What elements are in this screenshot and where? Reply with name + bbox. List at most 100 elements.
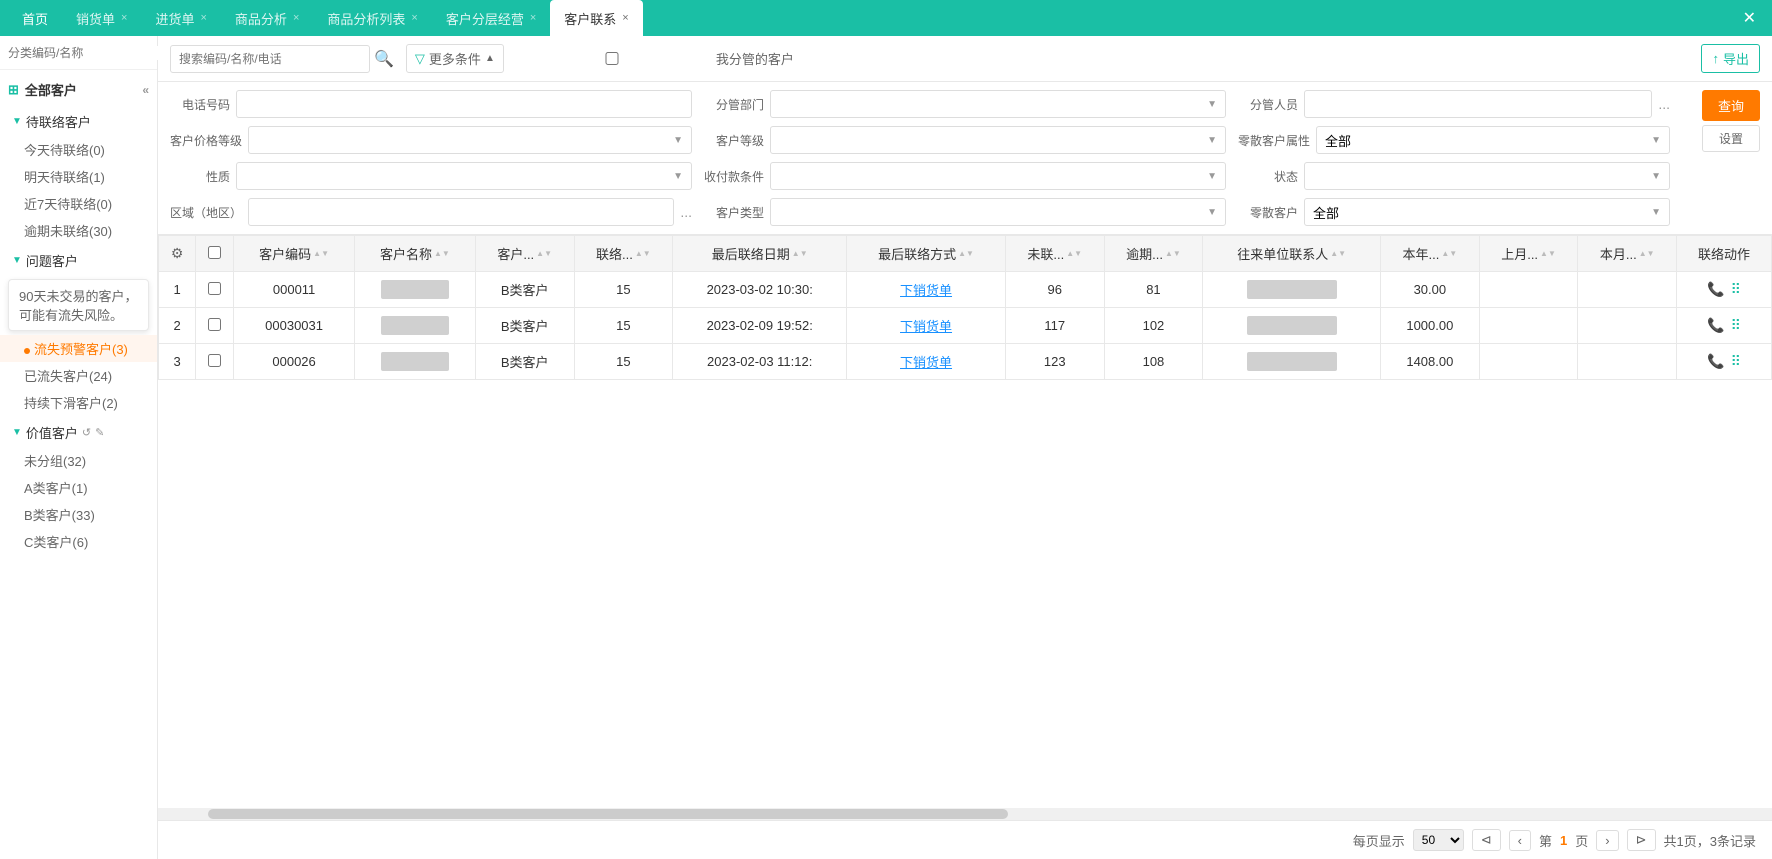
tab-goods-list[interactable]: 商品分析列表 × (313, 0, 431, 36)
prev-page-button[interactable]: ‹ (1509, 830, 1531, 851)
cell-last-method[interactable]: 下销货单 (847, 344, 1006, 380)
page-size-select[interactable]: 50 100 (1413, 829, 1464, 851)
more-conditions-button[interactable]: ▽ 更多条件 ▲ (406, 44, 504, 73)
export-button[interactable]: ↑ 导出 (1701, 44, 1760, 73)
th-contact-person[interactable]: 往来单位联系人▲▼ (1203, 236, 1381, 272)
sidebar-item-tomorrow[interactable]: 明天待联络(1) (0, 163, 157, 190)
action-phone-icon[interactable]: 📞 (1707, 317, 1724, 334)
sidebar-item-class-b[interactable]: B类客户(33) (0, 501, 157, 528)
cell-last-month (1479, 308, 1578, 344)
th-code[interactable]: 客户编码▲▼ (234, 236, 355, 272)
action-more-icon[interactable]: ⠿ (1731, 317, 1741, 334)
sidebar-item-unclassified[interactable]: 未分组(32) (0, 447, 157, 474)
close-icon[interactable]: × (121, 12, 127, 24)
zero-attr-select[interactable]: 全部 ▼ (1316, 126, 1670, 154)
th-overdue[interactable]: 逾期...▲▼ (1104, 236, 1203, 272)
payment-select[interactable]: ▼ (770, 162, 1226, 190)
gender-select[interactable]: ▼ (236, 162, 692, 190)
query-button[interactable]: 查询 (1702, 90, 1760, 121)
cell-last-method[interactable]: 下销货单 (847, 308, 1006, 344)
sidebar-search-input[interactable] (8, 46, 163, 60)
region-ellipsis[interactable]: ... (680, 204, 692, 220)
manager-input[interactable] (1304, 90, 1652, 118)
sidebar-item-declining[interactable]: 持续下滑客户(2) (0, 389, 157, 416)
th-last-date[interactable]: 最后联络日期▲▼ (673, 236, 847, 272)
zero-customer-select[interactable]: 全部 ▼ (1304, 198, 1670, 226)
region-input[interactable] (248, 198, 674, 226)
price-level-select[interactable]: ▼ (248, 126, 692, 154)
manager-ellipsis[interactable]: ... (1658, 96, 1670, 112)
cell-action[interactable]: 📞 ⠿ (1677, 344, 1772, 380)
tab-sales[interactable]: 销货单 × (62, 0, 141, 36)
dept-select[interactable]: ▼ (770, 90, 1226, 118)
window-close-button[interactable]: ✕ (1735, 8, 1764, 28)
tab-customer-tier[interactable]: 客户分层经营 × (432, 0, 550, 36)
th-checkbox[interactable] (196, 236, 234, 272)
search-button[interactable]: 🔍 (370, 45, 398, 73)
th-contact[interactable]: 联络...▲▼ (574, 236, 673, 272)
sidebar-item-overdue[interactable]: 逾期未联络(30) (0, 217, 157, 244)
customer-type-select[interactable]: ▼ (770, 198, 1226, 226)
sidebar-group-value-title[interactable]: ▼ 价值客户 ↺ ✎ (0, 418, 157, 447)
cell-last-month (1479, 272, 1578, 308)
sidebar-all-customers-header[interactable]: ⊞ 全部客户 « (0, 74, 157, 105)
tab-customer-contact[interactable]: 客户联系 × (550, 0, 642, 36)
close-icon[interactable]: × (411, 12, 417, 24)
close-icon[interactable]: × (622, 12, 628, 24)
tab-purchase[interactable]: 进货单 × (141, 0, 220, 36)
first-page-button[interactable]: ⊲ (1472, 829, 1501, 851)
close-icon[interactable]: × (293, 12, 299, 24)
th-year-amount[interactable]: 本年...▲▼ (1381, 236, 1480, 272)
sidebar-item-class-c[interactable]: C类客户(6) (0, 528, 157, 555)
sidebar-item-class-a[interactable]: A类客户(1) (0, 474, 157, 501)
horizontal-scrollbar[interactable] (158, 808, 1772, 820)
cell-checkbox[interactable] (196, 272, 234, 308)
sidebar-item-today[interactable]: 今天待联络(0) (0, 136, 157, 163)
cell-checkbox[interactable] (196, 308, 234, 344)
cell-name: name (355, 344, 476, 380)
phone-label: 电话号码 (170, 96, 230, 113)
action-phone-icon[interactable]: 📞 (1707, 281, 1724, 298)
cell-action[interactable]: 📞 ⠿ (1677, 308, 1772, 344)
action-phone-icon[interactable]: 📞 (1707, 353, 1724, 370)
select-all-checkbox[interactable] (208, 246, 221, 259)
customer-level-select[interactable]: ▼ (770, 126, 1226, 154)
cell-checkbox[interactable] (196, 344, 234, 380)
th-settings[interactable]: ⚙ (159, 236, 196, 272)
my-customers-checkbox[interactable]: 我分管的客户 (512, 49, 794, 68)
sidebar-group-pending: ▼ 待联络客户 今天待联络(0) 明天待联络(1) 近7天待联络(0) 逾期未联… (0, 107, 157, 244)
sidebar-group-problem-title[interactable]: ▼ 问题客户 (0, 246, 157, 275)
cell-last-month (1479, 344, 1578, 380)
content-area: 🔍 ▽ 更多条件 ▲ 我分管的客户 ↑ 导出 电话号码 分管部 (158, 36, 1772, 859)
status-select[interactable]: ▼ (1304, 162, 1670, 190)
sidebar-group-value: ▼ 价值客户 ↺ ✎ 未分组(32) A类客户(1) B类客户(33) C类客户… (0, 418, 157, 555)
last-page-button[interactable]: ⊳ (1627, 829, 1656, 851)
sidebar-item-churned[interactable]: 已流失客户(24) (0, 362, 157, 389)
refresh-icon[interactable]: ↺ (82, 426, 91, 439)
tab-home[interactable]: 首页 (8, 0, 62, 36)
cell-contact-person: contact (1203, 308, 1381, 344)
table-settings-icon[interactable]: ⚙ (171, 245, 184, 262)
sidebar-group-pending-title[interactable]: ▼ 待联络客户 (0, 107, 157, 136)
action-more-icon[interactable]: ⠿ (1731, 281, 1741, 298)
cell-last-method[interactable]: 下销货单 (847, 272, 1006, 308)
tab-goods-analysis[interactable]: 商品分析 × (221, 0, 313, 36)
th-last-method[interactable]: 最后联络方式▲▼ (847, 236, 1006, 272)
th-type[interactable]: 客户...▲▼ (475, 236, 574, 272)
search-input[interactable] (170, 45, 370, 73)
th-unlisted[interactable]: 未联...▲▼ (1005, 236, 1104, 272)
cell-action[interactable]: 📞 ⠿ (1677, 272, 1772, 308)
scrollbar-thumb[interactable] (208, 809, 1008, 819)
action-more-icon[interactable]: ⠿ (1731, 353, 1741, 370)
close-icon[interactable]: × (530, 12, 536, 24)
edit-icon[interactable]: ✎ (95, 426, 104, 439)
close-icon[interactable]: × (200, 12, 206, 24)
th-last-month[interactable]: 上月...▲▼ (1479, 236, 1578, 272)
settings-button[interactable]: 设置 (1702, 125, 1760, 152)
phone-input[interactable] (236, 90, 692, 118)
next-page-button[interactable]: › (1596, 830, 1618, 851)
th-name[interactable]: 客户名称▲▼ (355, 236, 476, 272)
sidebar-item-churn-warning[interactable]: 流失预警客户(3) (0, 335, 157, 362)
sidebar-item-7days[interactable]: 近7天待联络(0) (0, 190, 157, 217)
th-this-month[interactable]: 本月...▲▼ (1578, 236, 1677, 272)
